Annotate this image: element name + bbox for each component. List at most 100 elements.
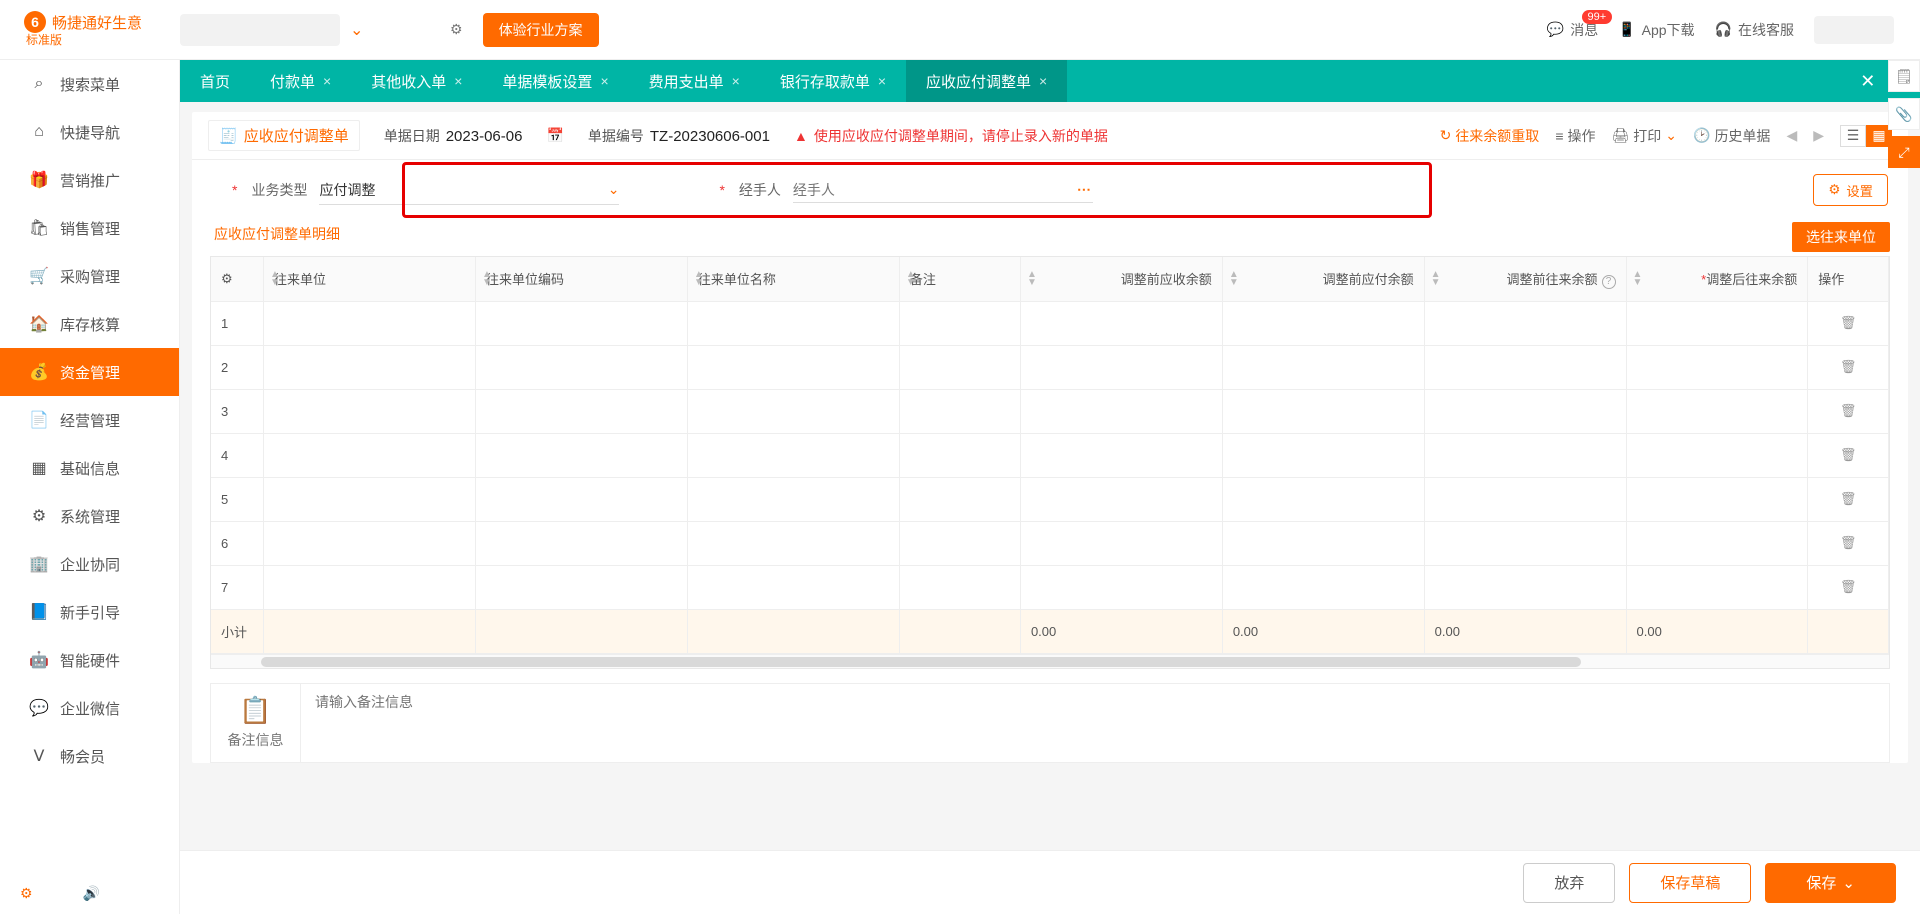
close-icon[interactable]: × [878,73,886,89]
sidebar-item-wechat[interactable]: 💬 企业微信 [0,684,179,732]
close-icon[interactable]: × [323,73,331,89]
table-row[interactable]: 3🗑 [211,389,1889,433]
tab-adjustment[interactable]: 应收应付调整单× [906,60,1067,102]
tab-label: 费用支出单 [649,71,724,92]
app-download-button[interactable]: 📱 App下载 [1618,20,1694,40]
close-icon[interactable]: × [732,73,740,89]
delete-row-button[interactable]: 🗑 [1808,521,1889,565]
warning-icon: ▲ [794,128,808,144]
delete-row-button[interactable]: 🗑 [1808,345,1889,389]
tab-label: 单据模板设置 [502,71,592,92]
delete-row-button[interactable]: 🗑 [1808,477,1889,521]
sidebar-item-vip[interactable]: Ⅴ畅会员 [0,732,179,780]
more-icon[interactable]: ⋯ [1077,181,1093,198]
sidebar-item-inventory[interactable]: 🏠库存核算 [0,300,179,348]
tab-expense[interactable]: 费用支出单 × [629,60,760,102]
remark-input[interactable] [315,694,1875,710]
tab-other-income[interactable]: 其他收入单× [351,60,482,102]
sidebar-item-purchase[interactable]: 🛒采购管理 [0,252,179,300]
col-pre-balance[interactable]: ▲▼调整前往来余额 [1424,257,1626,301]
close-icon[interactable]: × [1039,73,1047,89]
save-button[interactable]: 保存⌄ [1765,863,1896,903]
rail-expand-button[interactable]: ⤢ [1888,136,1920,168]
chat-icon: 💬 [1547,21,1564,38]
sidebar-item-search[interactable]: ⌕搜索菜单 [0,60,179,108]
messages-button[interactable]: 💬 消息 99+ [1547,20,1598,40]
sidebar-item-marketing[interactable]: 🎁营销推广 [0,156,179,204]
handler-input[interactable] [793,182,1077,198]
sidebar-item-sales[interactable]: 🛍销售管理 [0,204,179,252]
sidebar-item-label: 资金管理 [60,362,120,383]
operate-button[interactable]: ≡操作 [1555,126,1595,146]
gear-icon[interactable]: ⚙ [450,21,463,38]
delete-row-button[interactable]: 🗑 [1808,301,1889,345]
rail-attach-button[interactable]: 📎 [1888,98,1920,130]
delete-row-button[interactable]: 🗑 [1808,565,1889,609]
delete-row-button[interactable]: 🗑 [1808,389,1889,433]
building-icon: 🏢 [30,555,48,573]
close-icon[interactable]: × [454,73,462,89]
table-row[interactable]: 4🗑 [211,433,1889,477]
sidebar-item-label: 营销推广 [60,170,120,191]
refresh-icon: ↻ [1440,127,1452,144]
pick-unit-button[interactable]: 选往来单位 [1792,222,1890,252]
close-icon[interactable]: × [600,73,608,89]
sidebar-item-hardware[interactable]: 🤖智能硬件 [0,636,179,684]
table-row[interactable]: 2🗑 [211,345,1889,389]
sidebar-item-collab[interactable]: 🏢企业协同 [0,540,179,588]
col-unit-name[interactable]: ▲▼往来单位名称 [687,257,899,301]
discard-button[interactable]: 放弃 [1523,863,1615,903]
avatar[interactable] [1814,16,1894,44]
table-header-row: ⚙ ▲▼往来单位 ▲▼往来单位编码 ▲▼往来单位名称 ▲▼备注 ▲▼调整前应收余… [211,257,1889,301]
settings-icon[interactable]: ⚙ [20,885,33,902]
history-button[interactable]: 🕑历史单据 [1693,126,1770,146]
close-all-icon[interactable]: ✕ [1860,71,1875,92]
col-post-balance[interactable]: ▲▼*调整后往来余额 [1626,257,1808,301]
org-selector[interactable]: ⌄ [180,14,440,46]
col-unit[interactable]: ▲▼往来单位 [263,257,475,301]
prev-icon[interactable]: ◀ [1786,127,1797,144]
tab-bank[interactable]: 银行存取款单× [760,60,906,102]
sidebar-item-label: 新手引导 [60,602,120,623]
try-industry-button[interactable]: 体验行业方案 [483,13,599,47]
remark-box: 📋 备注信息 [210,683,1890,763]
sidebar-item-guide[interactable]: 📘新手引导 [0,588,179,636]
business-type-field[interactable]: *业务类型 应付调整⌄ [232,176,619,205]
settings-button[interactable]: ⚙设置 [1813,174,1888,206]
rail-note-button[interactable]: 🗒 [1888,60,1920,92]
cart-icon: 🛒 [30,267,48,285]
handler-field[interactable]: *经手人 ⋯ [719,177,1092,203]
sidebar-item-label: 智能硬件 [60,650,120,671]
sidebar-item-label: 企业微信 [60,698,120,719]
wechat-icon: 💬 [30,699,48,717]
col-config[interactable]: ⚙ [211,257,263,301]
sidebar-item-operations[interactable]: 📄经营管理 [0,396,179,444]
sidebar-item-funds[interactable]: 💰资金管理 [0,348,179,396]
sound-icon[interactable]: 🔊 [83,885,100,902]
refetch-balance-button[interactable]: ↻往来余额重取 [1440,126,1540,146]
sidebar-item-basicinfo[interactable]: ▦基础信息 [0,444,179,492]
sidebar-item-quicknav[interactable]: ⌂快捷导航 [0,108,179,156]
tab-label: 付款单 [270,71,315,92]
col-pre-recv[interactable]: ▲▼调整前应收余额 [1020,257,1222,301]
support-button[interactable]: 🎧 在线客服 [1715,20,1794,40]
horizontal-scrollbar[interactable] [211,654,1889,668]
next-icon[interactable]: ▶ [1813,127,1824,144]
table-row[interactable]: 1🗑 [211,301,1889,345]
col-unit-code[interactable]: ▲▼往来单位编码 [475,257,687,301]
col-pre-pay[interactable]: ▲▼调整前应付余额 [1222,257,1424,301]
table-row[interactable]: 6🗑 [211,521,1889,565]
sidebar-item-system[interactable]: ⚙系统管理 [0,492,179,540]
view-list-button[interactable]: ☰ [1840,125,1866,147]
calendar-icon[interactable]: 📅 [546,127,563,144]
save-draft-button[interactable]: 保存草稿 [1629,863,1751,903]
tab-template[interactable]: 单据模板设置 × [482,60,628,102]
table-row[interactable]: 5🗑 [211,477,1889,521]
table-row[interactable]: 7🗑 [211,565,1889,609]
tab-label: 首页 [200,71,230,92]
col-remark[interactable]: ▲▼备注 [899,257,1020,301]
tab-payment[interactable]: 付款单 × [250,60,351,102]
delete-row-button[interactable]: 🗑 [1808,433,1889,477]
print-button[interactable]: 🖨打印⌄ [1611,126,1677,146]
tab-home[interactable]: 首页 [180,60,250,102]
